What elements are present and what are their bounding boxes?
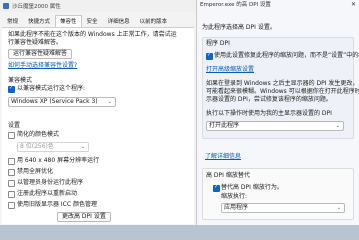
dpi-desc-line-1: 如果在登录到 Windows 之后主显示器的 DPI 发生更改，则程序: [206, 80, 359, 87]
compat-mode-group-label: 兼容模式: [8, 77, 33, 84]
program-dpi-checkbox[interactable]: [206, 52, 213, 60]
learn-more-link[interactable]: 了解详细信息: [205, 153, 241, 161]
run-troubleshooter-button[interactable]: 运行兼容性疑难解答: [8, 49, 73, 59]
run-as-admin-checkbox[interactable]: [8, 180, 15, 187]
register-restart-label: 注册此程序以重新启动: [17, 190, 78, 197]
register-restart-checkbox[interactable]: [8, 191, 15, 198]
program-dpi-title: 程序 DPI: [206, 40, 230, 47]
run-as-admin-label: 以管理员身份运行此程序: [17, 179, 84, 186]
window-title: 沙丘魔堡2000 属性: [12, 4, 61, 10]
disable-fullscreen-opt-checkbox[interactable]: [8, 169, 15, 176]
close-icon[interactable]: ✕: [351, 0, 356, 10]
color-depth-select[interactable]: 8 位(256)色 ⌄: [17, 142, 89, 152]
dpi-override-section: 高 DPI 缩放替代 替代高 DPI 缩放行为。 缩放执行: 应用程序 ⌄: [202, 168, 354, 220]
scaling-by-select[interactable]: 应用程序 ⌄: [221, 203, 345, 213]
intro-text-2: 行兼容性疑难解答。: [8, 39, 63, 46]
res-640-label: 用 640 x 480 屏幕分辨率运行: [17, 157, 100, 164]
scaling-by-label: 缩放执行:: [221, 193, 248, 200]
compat-mode-checkbox[interactable]: [8, 85, 15, 93]
tab-previous-versions[interactable]: 以前的版本: [135, 15, 173, 27]
app-icon: [3, 3, 9, 9]
tab-security[interactable]: 安全: [82, 15, 103, 27]
use-dpi-label: 执行以下操作时使用为我的主显示器设置的 DPI: [206, 110, 332, 117]
scaling-by-value: 应用程序: [224, 204, 249, 211]
compat-mode-label: 以兼容模式运行这个程序:: [17, 85, 86, 92]
compat-mode-select[interactable]: Windows XP (Service Pack 3) ⌄: [8, 97, 116, 107]
dpi-desc-line-3: 示器设置的 DPI，尝试修复该程序的缩放问题。: [206, 96, 332, 103]
open-advanced-scaling-link[interactable]: 打开高级缩放设置: [206, 66, 254, 74]
reduced-color-label: 简化的颜色模式: [17, 131, 60, 138]
dpi-desc-line-2: 可能看起来很模糊。Windows 可以根据你在打开此程序时为主显: [206, 88, 359, 95]
change-dpi-button[interactable]: 更改高 DPI 设置: [57, 212, 111, 222]
tab-compatibility[interactable]: 兼容性: [55, 15, 82, 27]
compatibility-panel: 如果此程序不能在这个版本的 Windows 上正常工作，请尝试运 行兼容性疑难解…: [2, 27, 194, 224]
compat-mode-value: Windows XP (Service Pack 3): [11, 98, 98, 105]
override-title: 高 DPI 缩放替代: [206, 172, 250, 179]
dpi-dialog-title: Emperor.exe 的高 DPI 设置: [200, 2, 271, 8]
properties-titlebar: 沙丘魔堡2000 属性: [0, 0, 196, 12]
use-dpi-select[interactable]: 打开此程序 ⌄: [206, 121, 344, 131]
tab-bar: 常规 快捷方式 兼容性 安全 详细信息 以前的版本: [2, 15, 196, 27]
program-dpi-checkbox-label: 使用此设置修复此程序的缩放问题，而不是“设置”中的缩放问题: [214, 52, 359, 59]
legacy-icc-label: 使用旧版显示器 ICC 颜色管理: [17, 201, 97, 208]
reduced-color-checkbox[interactable]: [8, 132, 15, 139]
use-dpi-value: 打开此程序: [209, 122, 240, 129]
intro-text-1: 如果此程序不能在这个版本的 Windows 上正常工作，请尝试运: [8, 31, 177, 38]
res-640-checkbox[interactable]: [8, 158, 15, 165]
dpi-dialog-titlebar: Emperor.exe 的高 DPI 设置 ✕: [197, 0, 359, 10]
chevron-down-icon: ⌄: [336, 205, 341, 211]
chevron-down-icon: ⌄: [80, 144, 85, 150]
tab-general[interactable]: 常规: [2, 15, 23, 27]
tab-shortcut[interactable]: 快捷方式: [23, 15, 55, 27]
manual-settings-link[interactable]: 如何手动选择兼容性设置?: [8, 62, 77, 70]
override-checkbox[interactable]: [213, 184, 220, 192]
override-checkbox-label: 替代高 DPI 缩放行为。: [221, 184, 283, 191]
dpi-header: 为此程序选择高 DPI 设置。: [202, 24, 276, 31]
legacy-icc-checkbox[interactable]: [8, 202, 15, 209]
disable-fullscreen-opt-label: 禁用全屏优化: [17, 168, 54, 175]
properties-window: 沙丘魔堡2000 属性 常规 快捷方式 兼容性 安全 详细信息 以前的版本 如果…: [0, 0, 197, 225]
program-dpi-section: 程序 DPI 使用此设置修复此程序的缩放问题，而不是“设置”中的缩放问题 打开高…: [202, 37, 359, 139]
chevron-down-icon: ⌄: [335, 123, 340, 129]
settings-group-label: 设置: [8, 122, 21, 129]
chevron-down-icon: ⌄: [107, 99, 112, 105]
color-depth-value: 8 位(256)色: [20, 143, 54, 150]
dpi-settings-dialog: Emperor.exe 的高 DPI 设置 ✕ 为此程序选择高 DPI 设置。 …: [197, 0, 359, 225]
tab-details[interactable]: 详细信息: [103, 15, 135, 27]
